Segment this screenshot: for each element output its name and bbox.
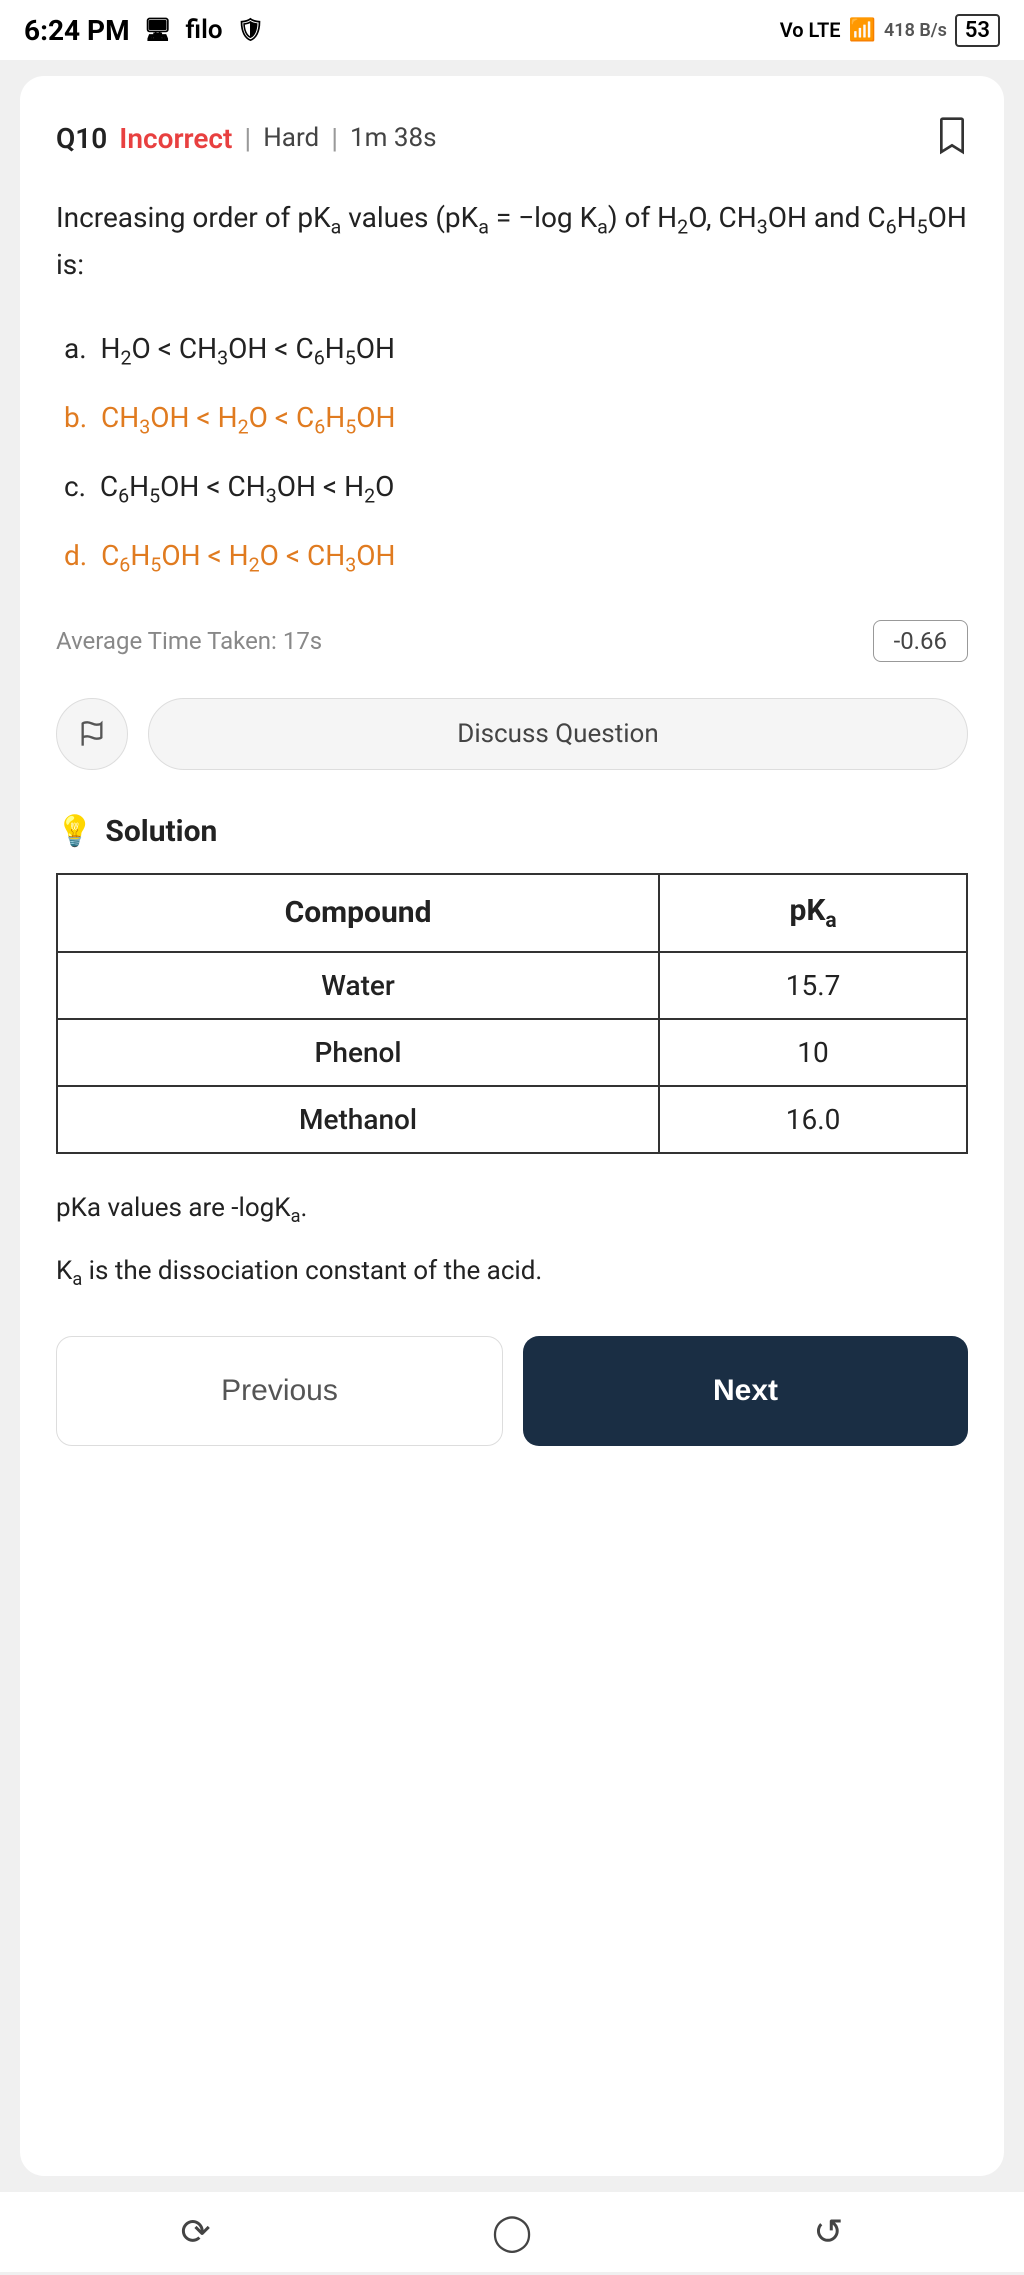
table-cell-methanol-name: Methanol	[57, 1086, 659, 1153]
previous-button[interactable]: Previous	[56, 1336, 503, 1446]
question-time-taken: 1m 38s	[350, 123, 437, 153]
status-app-icon: 🖥	[144, 18, 172, 43]
bottom-bar: ⟳ ◯ ↺	[0, 2192, 1024, 2272]
avg-time-row: Average Time Taken: 17s -0.66	[56, 620, 968, 662]
refresh-icon[interactable]: ⟳	[181, 2211, 211, 2253]
table-header-compound: Compound	[57, 874, 659, 952]
avg-time-label: Average Time Taken: 17s	[56, 627, 322, 655]
status-signal-bars: 📶	[849, 18, 876, 43]
table-cell-water-name: Water	[57, 952, 659, 1019]
status-app-name: filo	[186, 15, 223, 45]
home-icon[interactable]: ◯	[492, 2211, 532, 2253]
question-number: Q10	[56, 122, 107, 155]
question-difficulty: Hard	[263, 123, 319, 153]
next-button[interactable]: Next	[523, 1336, 968, 1446]
main-card: Q10 Incorrect | Hard | 1m 38s Increasing…	[20, 76, 1004, 2176]
status-time: 6:24 PM	[24, 14, 130, 47]
flag-button[interactable]	[56, 698, 128, 770]
table-cell-methanol-pka: 16.0	[659, 1086, 967, 1153]
option-a[interactable]: a. H2O < CH3OH < C6H5OH	[56, 328, 968, 373]
table-row: Methanol 16.0	[57, 1086, 967, 1153]
lightbulb-icon: 💡	[56, 814, 93, 849]
separator-1: |	[244, 122, 251, 155]
options-list: a. H2O < CH3OH < C6H5OH b. CH3OH < H2O <…	[56, 328, 968, 580]
separator-2: |	[331, 122, 338, 155]
bookmark-button[interactable]	[936, 116, 968, 160]
status-battery: 53	[955, 14, 1000, 47]
bottom-nav: Previous Next	[56, 1336, 968, 1446]
score-badge: -0.66	[873, 620, 968, 662]
action-row: Discuss Question	[56, 698, 968, 770]
table-row: Water 15.7	[57, 952, 967, 1019]
status-right: Vo LTE 📶 418 B/s 53	[780, 14, 1000, 47]
table-cell-phenol-name: Phenol	[57, 1019, 659, 1086]
pka-table: Compound pKa Water 15.7 Phenol 10 Methan…	[56, 873, 968, 1154]
solution-header: 💡 Solution	[56, 814, 968, 849]
discuss-question-button[interactable]: Discuss Question	[148, 698, 968, 770]
question-header: Q10 Incorrect | Hard | 1m 38s	[56, 116, 968, 160]
table-cell-water-pka: 15.7	[659, 952, 967, 1019]
status-vo-lte: Vo LTE	[780, 18, 841, 42]
back-icon[interactable]: ↺	[813, 2211, 843, 2253]
status-bar: 6:24 PM 🖥 filo 🛡 Vo LTE 📶 418 B/s 53	[0, 0, 1024, 60]
question-status: Incorrect	[119, 122, 232, 155]
question-text: Increasing order of pKa values (pKa = −l…	[56, 196, 968, 288]
solution-title: Solution	[105, 814, 217, 849]
question-meta: Q10 Incorrect | Hard | 1m 38s	[56, 122, 437, 155]
solution-text-1: pKa values are -logKa.	[56, 1186, 968, 1233]
status-battery-speed: 418 B/s	[884, 20, 947, 41]
status-shield-icon: 🛡	[237, 18, 265, 43]
table-row: Phenol 10	[57, 1019, 967, 1086]
table-header-pka: pKa	[659, 874, 967, 952]
option-b[interactable]: b. CH3OH < H2O < C6H5OH	[56, 397, 968, 442]
option-d[interactable]: d. C6H5OH < H2O < CH3OH	[56, 535, 968, 580]
solution-text-2: Ka is the dissociation constant of the a…	[56, 1249, 968, 1296]
table-cell-phenol-pka: 10	[659, 1019, 967, 1086]
status-left: 6:24 PM 🖥 filo 🛡	[24, 14, 264, 47]
option-c[interactable]: c. C6H5OH < CH3OH < H2O	[56, 466, 968, 511]
